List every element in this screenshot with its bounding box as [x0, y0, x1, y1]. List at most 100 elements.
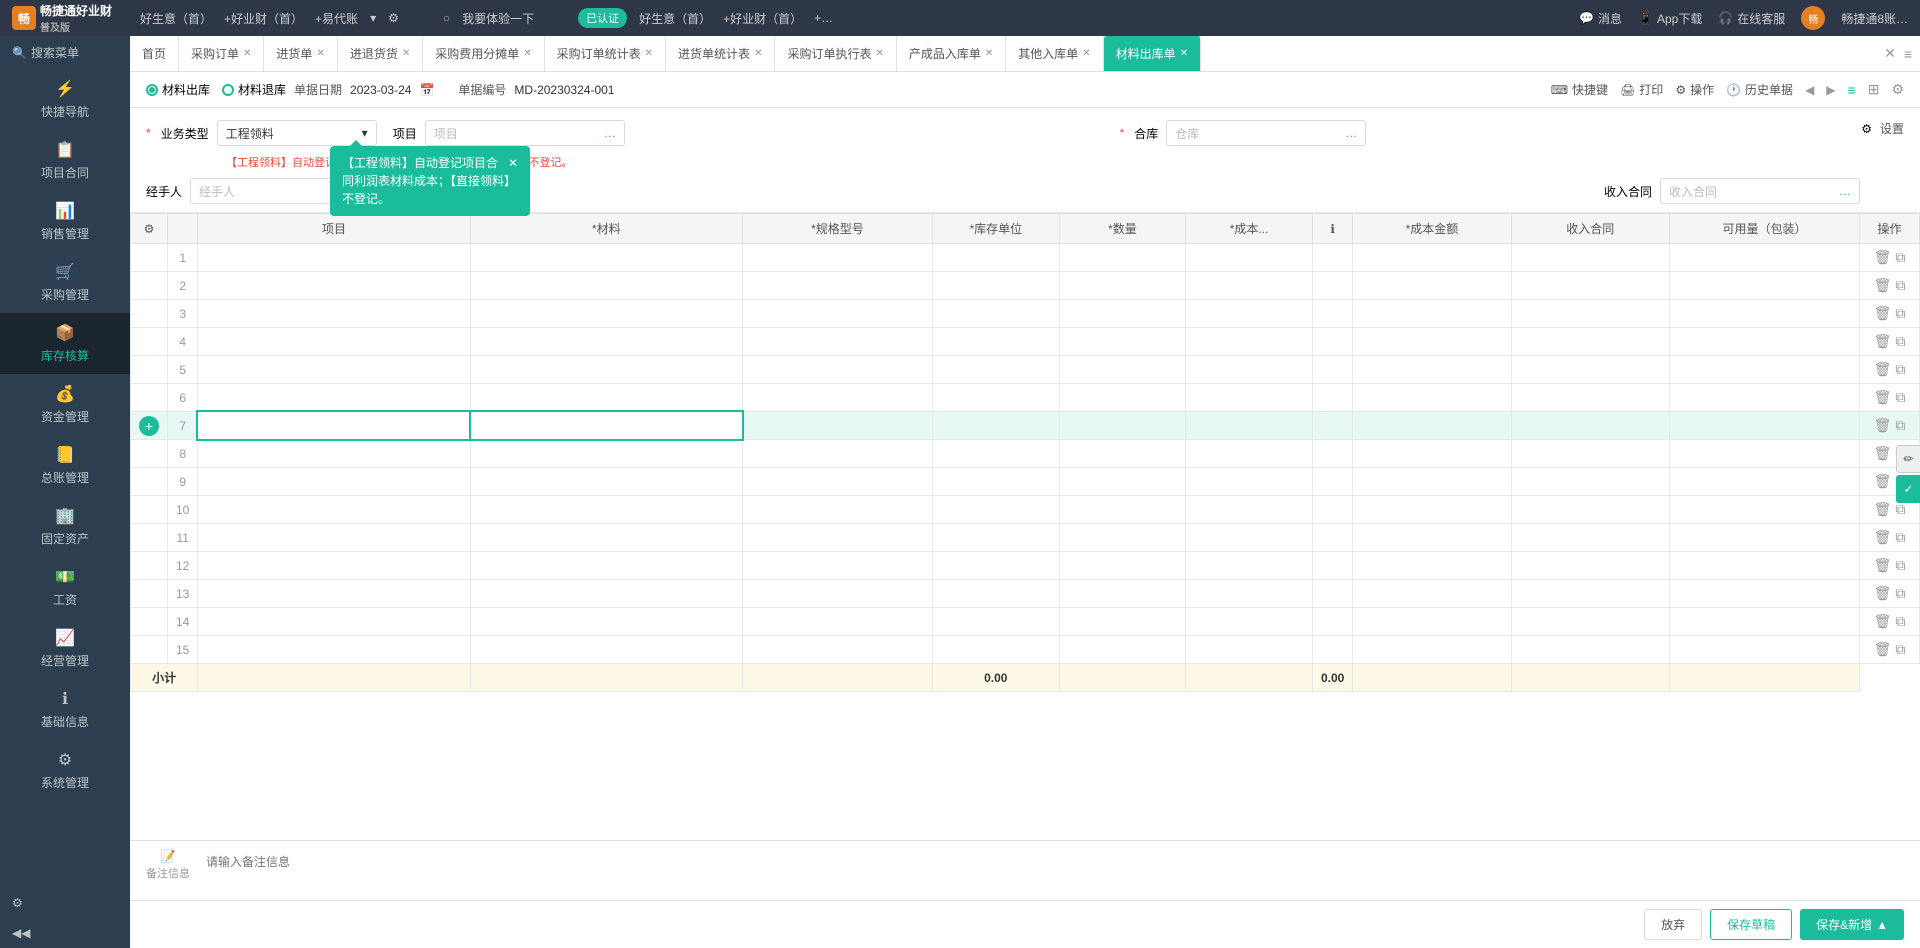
sidebar-item-project[interactable]: 📋 项目合同 — [0, 130, 130, 191]
row-available-cell[interactable] — [1669, 636, 1859, 664]
row-material-cell[interactable] — [470, 496, 742, 524]
nav-next-btn[interactable]: ▶ — [1826, 83, 1835, 97]
row-project-cell[interactable] — [198, 552, 470, 580]
col-income[interactable]: 收入合同 — [1511, 214, 1669, 244]
nav-good-business2[interactable]: 好生意（首） — [639, 10, 711, 27]
nav-more2[interactable]: +… — [814, 11, 833, 25]
row-cost-cell[interactable] — [1186, 272, 1313, 300]
row-available-cell[interactable] — [1669, 524, 1859, 552]
row-available-cell[interactable] — [1669, 356, 1859, 384]
row-spec-cell[interactable] — [742, 244, 932, 272]
col-material[interactable]: *材料 — [470, 214, 742, 244]
row-spec-cell[interactable] — [742, 356, 932, 384]
settings-view-btn[interactable]: ⚙ — [1891, 81, 1904, 98]
shortcuts-btn[interactable]: ⌨ 快捷键 — [1551, 81, 1608, 98]
tab-material-out-close[interactable]: ✕ — [1180, 48, 1188, 59]
tooltip-close-btn[interactable]: ✕ — [508, 154, 518, 172]
row-project-cell[interactable] — [198, 356, 470, 384]
row-unit-cell[interactable] — [932, 468, 1059, 496]
row-quantity-cell[interactable] — [1059, 580, 1186, 608]
print-btn[interactable]: 🖨 打印 — [1620, 81, 1663, 98]
row-spec-cell[interactable] — [742, 468, 932, 496]
nav-good-business[interactable]: 好生意（首） — [140, 10, 212, 27]
tab-purchase-fee-close[interactable]: ✕ — [523, 48, 531, 59]
nav-settings-icon[interactable]: ⚙ — [388, 11, 399, 25]
col-gear[interactable]: ⚙ — [131, 214, 168, 244]
row-copy-icon[interactable]: ⧉ — [1895, 333, 1905, 350]
tab-purchase-stat-close[interactable]: ✕ — [645, 48, 653, 59]
row-copy-icon[interactable]: ⧉ — [1895, 389, 1905, 406]
nav-prev-btn[interactable]: ◀ — [1805, 83, 1814, 97]
row-available-cell[interactable] — [1669, 300, 1859, 328]
row-copy-icon[interactable]: ⧉ — [1895, 529, 1905, 546]
row-spec-cell[interactable] — [742, 412, 932, 440]
row-income-cell[interactable] — [1511, 608, 1669, 636]
row-cost-amount-cell[interactable] — [1353, 300, 1511, 328]
row-available-cell[interactable] — [1669, 412, 1859, 440]
col-available[interactable]: 可用量（包装） — [1669, 214, 1859, 244]
user-avatar[interactable]: 畅 — [1801, 6, 1825, 30]
tab-stock-in-close[interactable]: ✕ — [316, 48, 324, 59]
row-unit-cell[interactable] — [932, 356, 1059, 384]
row-unit-cell[interactable] — [932, 552, 1059, 580]
row-copy-icon[interactable]: ⧉ — [1895, 305, 1905, 322]
col-quantity[interactable]: *数量 — [1059, 214, 1186, 244]
row-income-cell[interactable] — [1511, 580, 1669, 608]
row-material-input[interactable] — [471, 412, 742, 439]
row-unit-cell[interactable] — [932, 384, 1059, 412]
row-available-cell[interactable] — [1669, 496, 1859, 524]
nav-easy-account[interactable]: +易代账 — [315, 10, 358, 27]
add-row-btn[interactable]: + — [139, 416, 159, 436]
row-copy-icon[interactable]: ⧉ — [1895, 277, 1905, 294]
warehouse-more-icon[interactable]: … — [1345, 126, 1357, 140]
col-project[interactable]: 项目 — [198, 214, 470, 244]
row-material-cell[interactable] — [470, 608, 742, 636]
sidebar-item-ledger[interactable]: 📒 总账管理 — [0, 435, 130, 496]
row-income-cell[interactable] — [1511, 468, 1669, 496]
row-quantity-cell[interactable] — [1059, 468, 1186, 496]
row-income-cell[interactable] — [1511, 552, 1669, 580]
row-available-cell[interactable] — [1669, 328, 1859, 356]
row-cost-cell[interactable] — [1186, 300, 1313, 328]
row-available-cell[interactable] — [1669, 580, 1859, 608]
row-copy-icon[interactable]: ⧉ — [1895, 585, 1905, 602]
close-all-tabs-btn[interactable]: ✕ — [1884, 45, 1896, 62]
discard-btn[interactable]: 放弃 — [1644, 909, 1702, 940]
row-delete-icon[interactable]: 🗑 — [1874, 473, 1892, 490]
row-quantity-cell[interactable] — [1059, 356, 1186, 384]
tab-purchase-order-close[interactable]: ✕ — [243, 48, 251, 59]
radio-return[interactable]: 材料退库 — [222, 81, 286, 98]
row-cost-amount-cell[interactable] — [1353, 636, 1511, 664]
row-quantity-cell[interactable] — [1059, 524, 1186, 552]
row-copy-icon[interactable]: ⧉ — [1895, 249, 1905, 266]
row-cost-cell[interactable] — [1186, 608, 1313, 636]
row-material-cell[interactable] — [470, 384, 742, 412]
row-cost-amount-cell[interactable] — [1353, 244, 1511, 272]
row-project-cell[interactable] — [198, 300, 470, 328]
row-cost-amount-cell[interactable] — [1353, 496, 1511, 524]
row-cost-cell[interactable] — [1186, 524, 1313, 552]
row-income-cell[interactable] — [1511, 272, 1669, 300]
row-spec-cell[interactable] — [742, 552, 932, 580]
row-material-cell[interactable] — [470, 468, 742, 496]
sidebar-collapse-btn[interactable]: ◀◀ — [0, 918, 130, 948]
tab-purchase-exec-close[interactable]: ✕ — [875, 48, 883, 59]
row-unit-cell[interactable] — [932, 328, 1059, 356]
notes-input[interactable] — [202, 849, 1904, 885]
nav-good-finance2[interactable]: +好业财（首） — [723, 10, 802, 27]
row-copy-icon[interactable]: ⧉ — [1895, 361, 1905, 378]
row-spec-cell[interactable] — [742, 272, 932, 300]
sidebar-item-sales[interactable]: 📊 销售管理 — [0, 191, 130, 252]
row-material-cell[interactable] — [470, 300, 742, 328]
list-view-btn[interactable]: ≡ — [1848, 82, 1856, 98]
row-cost-cell[interactable] — [1186, 440, 1313, 468]
row-cost-cell[interactable] — [1186, 244, 1313, 272]
radio-out[interactable]: 材料出库 — [146, 81, 210, 98]
row-cost-amount-cell[interactable] — [1353, 552, 1511, 580]
row-unit-cell[interactable] — [932, 524, 1059, 552]
row-project-cell[interactable] — [198, 580, 470, 608]
row-quantity-cell[interactable] — [1059, 272, 1186, 300]
row-unit-cell[interactable] — [932, 580, 1059, 608]
row-available-cell[interactable] — [1669, 272, 1859, 300]
row-quantity-cell[interactable] — [1059, 608, 1186, 636]
